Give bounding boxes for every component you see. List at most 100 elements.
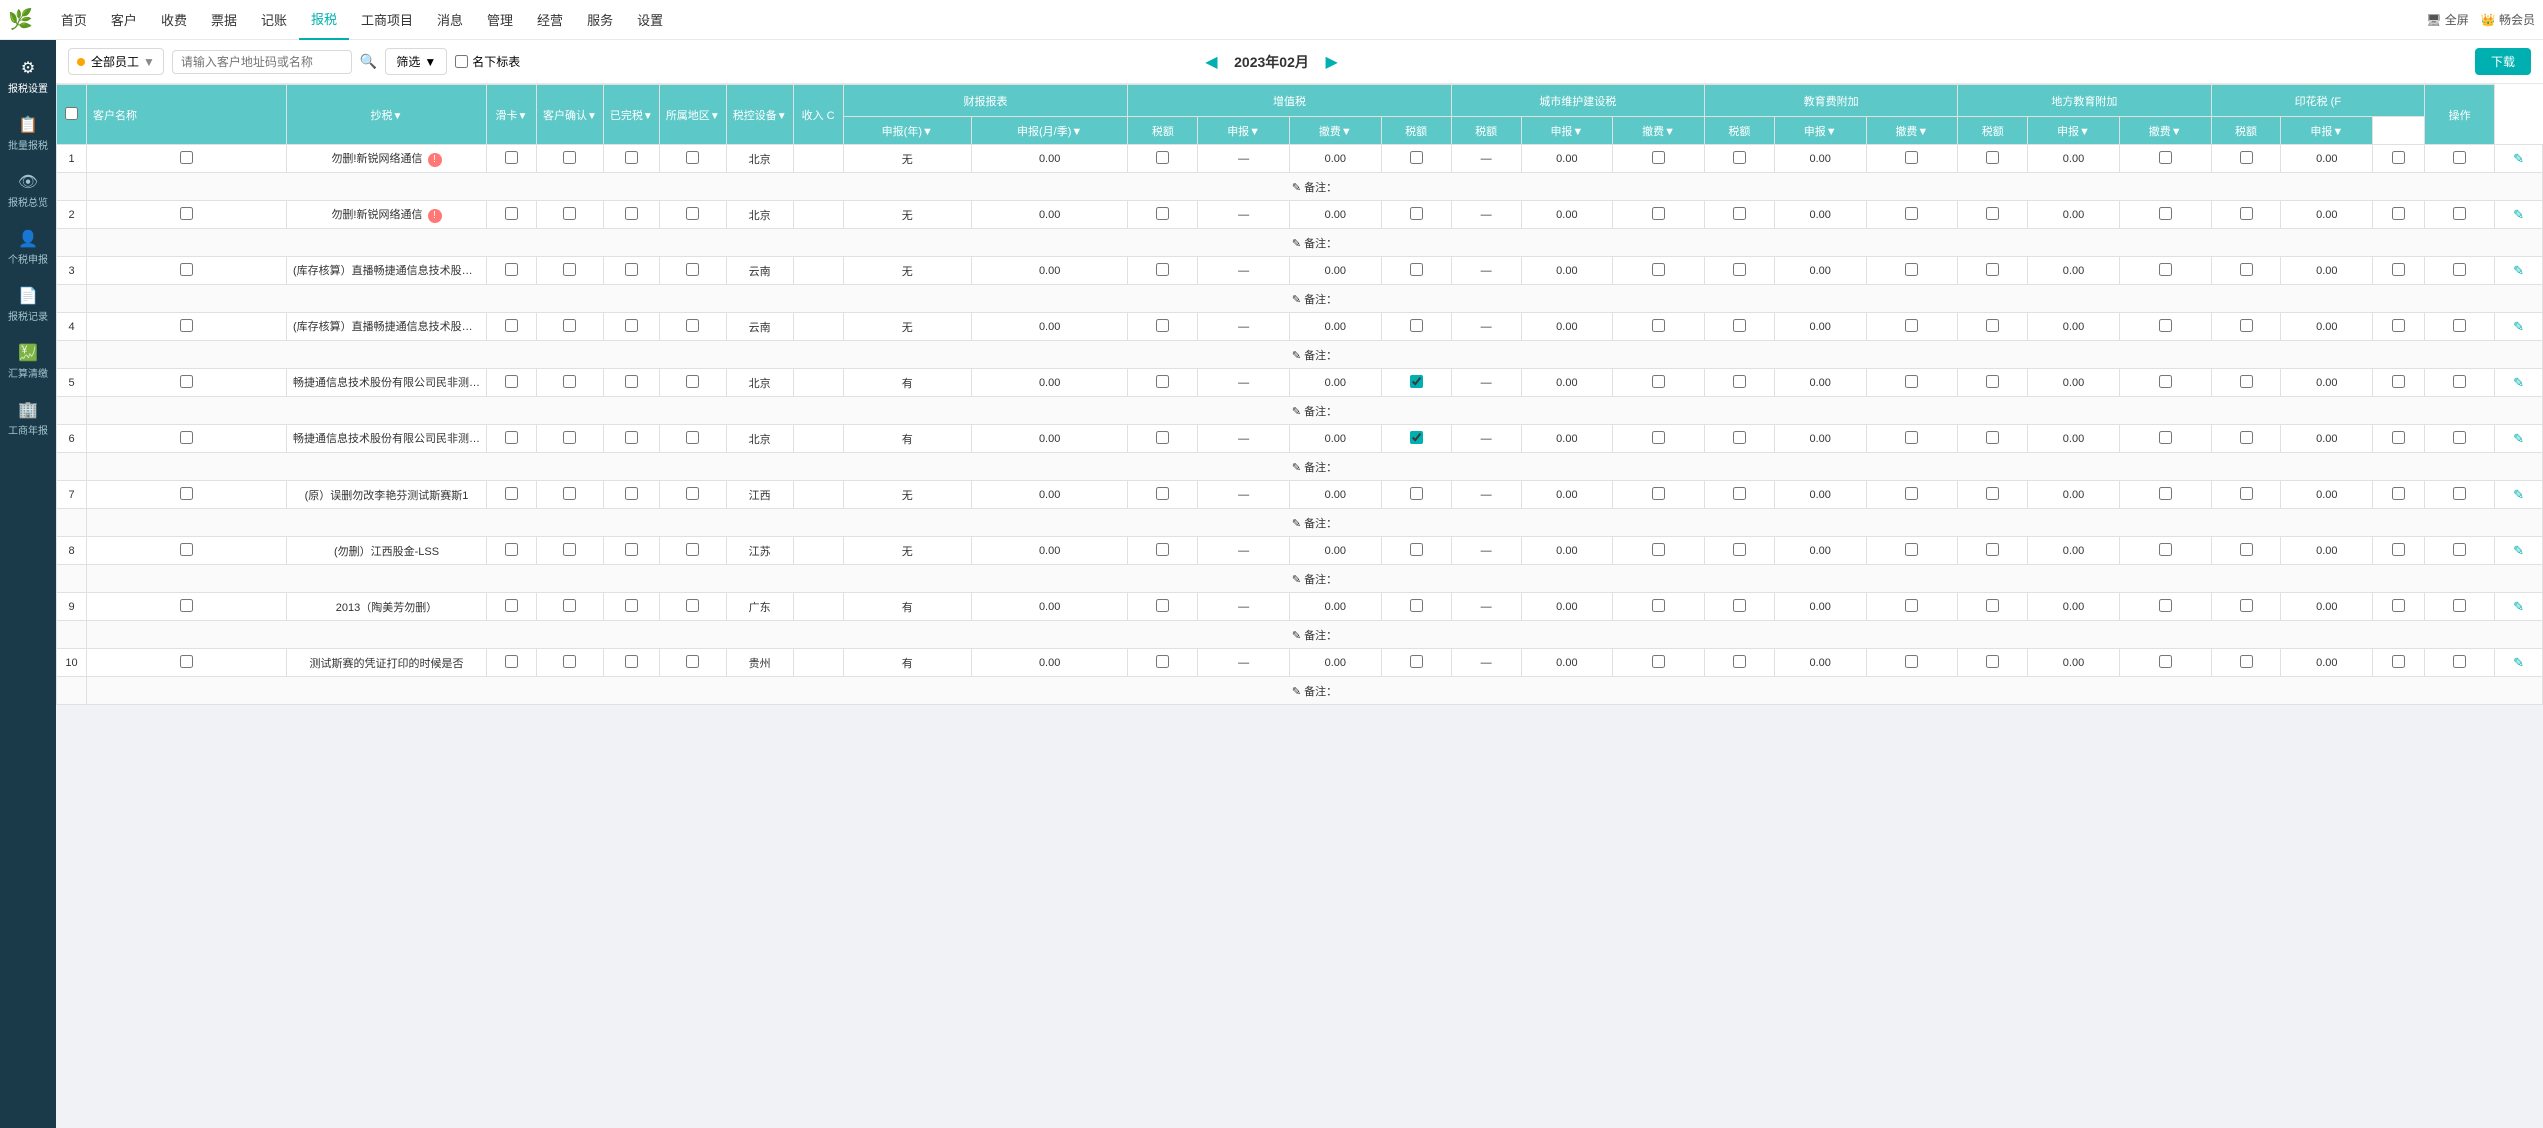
- prev-month-button[interactable]: ◀: [1199, 50, 1223, 74]
- sidebar-item-personal-tax[interactable]: 👤 个税申报: [0, 219, 56, 276]
- confirm-checkbox[interactable]: [625, 207, 638, 220]
- card-checkbox[interactable]: [563, 655, 576, 668]
- sidebar-item-batch-tax[interactable]: 📋 批量报税: [0, 105, 56, 162]
- stamp-report-checkbox[interactable]: [2453, 319, 2466, 332]
- card-checkbox[interactable]: [563, 487, 576, 500]
- copy-tax-checkbox[interactable]: [505, 431, 518, 444]
- nav-item-fee[interactable]: 收费: [149, 0, 199, 40]
- stamp-report-checkbox[interactable]: [2453, 431, 2466, 444]
- stamp-report-checkbox[interactable]: [2453, 375, 2466, 388]
- vat-report-checkbox[interactable]: [1410, 487, 1423, 500]
- city-report-checkbox[interactable]: [1733, 207, 1746, 220]
- download-button[interactable]: 下载: [2475, 48, 2531, 75]
- stamp-amount-checkbox[interactable]: [2392, 431, 2405, 444]
- annual-report-checkbox[interactable]: [1156, 543, 1169, 556]
- copy-tax-checkbox[interactable]: [505, 263, 518, 276]
- city-amount-checkbox[interactable]: [1652, 151, 1665, 164]
- confirm-checkbox[interactable]: [625, 655, 638, 668]
- row-checkbox[interactable]: [180, 487, 193, 500]
- nav-item-home[interactable]: 首页: [49, 0, 99, 40]
- vat-report-checkbox[interactable]: [1410, 655, 1423, 668]
- confirm-checkbox[interactable]: [625, 151, 638, 164]
- local-edu-report-checkbox[interactable]: [2240, 599, 2253, 612]
- row-checkbox[interactable]: [180, 431, 193, 444]
- search-button[interactable]: 🔍: [360, 53, 377, 70]
- edu-report-checkbox[interactable]: [1986, 375, 1999, 388]
- edu-report-checkbox[interactable]: [1986, 431, 1999, 444]
- nav-item-manage[interactable]: 管理: [475, 0, 525, 40]
- name-label-checkbox[interactable]: [455, 55, 468, 68]
- local-edu-report-checkbox[interactable]: [2240, 487, 2253, 500]
- row-checkbox[interactable]: [180, 655, 193, 668]
- city-amount-checkbox[interactable]: [1652, 543, 1665, 556]
- company-name-cell[interactable]: 畅捷通信息技术股份有限公司民非测试 !: [287, 369, 487, 397]
- row-checkbox[interactable]: [180, 319, 193, 332]
- confirm-checkbox[interactable]: [625, 431, 638, 444]
- edit-icon[interactable]: ✎: [2513, 487, 2524, 502]
- city-amount-checkbox[interactable]: [1652, 207, 1665, 220]
- local-edu-report-checkbox[interactable]: [2240, 543, 2253, 556]
- edit-icon[interactable]: ✎: [2513, 319, 2524, 334]
- sidebar-item-tax-record[interactable]: 📄 报税记录: [0, 276, 56, 333]
- company-name-cell[interactable]: (原）误删勿改李艳芬测试斯赛斯1: [287, 481, 487, 509]
- stamp-report-checkbox[interactable]: [2453, 263, 2466, 276]
- sidebar-item-annual-report[interactable]: 🏢 工商年报: [0, 390, 56, 447]
- local-edu-amount-checkbox[interactable]: [2159, 207, 2172, 220]
- stamp-report-checkbox[interactable]: [2453, 151, 2466, 164]
- edit-icon[interactable]: ✎: [2513, 207, 2524, 222]
- edu-report-checkbox[interactable]: [1986, 543, 1999, 556]
- local-edu-amount-checkbox[interactable]: [2159, 655, 2172, 668]
- local-edu-report-checkbox[interactable]: [2240, 431, 2253, 444]
- stamp-amount-checkbox[interactable]: [2392, 487, 2405, 500]
- annual-report-checkbox[interactable]: [1156, 655, 1169, 668]
- stamp-report-checkbox[interactable]: [2453, 599, 2466, 612]
- vat-report-checkbox[interactable]: [1410, 319, 1423, 332]
- local-edu-amount-checkbox[interactable]: [2159, 543, 2172, 556]
- edu-amount-checkbox[interactable]: [1905, 431, 1918, 444]
- confirm-checkbox[interactable]: [625, 599, 638, 612]
- stamp-amount-checkbox[interactable]: [2392, 263, 2405, 276]
- nav-item-service[interactable]: 服务: [575, 0, 625, 40]
- annual-report-checkbox[interactable]: [1156, 431, 1169, 444]
- edit-icon[interactable]: ✎: [2513, 375, 2524, 390]
- nav-item-tax[interactable]: 报税: [299, 0, 349, 40]
- vip-btn[interactable]: 👑 畅会员: [2481, 11, 2535, 28]
- stamp-report-checkbox[interactable]: [2453, 543, 2466, 556]
- company-name-cell[interactable]: 畅捷通信息技术股份有限公司民非测试 !: [287, 425, 487, 453]
- vat-report-checkbox[interactable]: [1410, 599, 1423, 612]
- card-checkbox[interactable]: [563, 543, 576, 556]
- copy-tax-checkbox[interactable]: [505, 319, 518, 332]
- edu-amount-checkbox[interactable]: [1905, 543, 1918, 556]
- edu-amount-checkbox[interactable]: [1905, 487, 1918, 500]
- edit-icon[interactable]: ✎: [2513, 655, 2524, 670]
- city-report-checkbox[interactable]: [1733, 263, 1746, 276]
- company-name-cell[interactable]: 测试斯赛的凭证打印的时候是否: [287, 649, 487, 677]
- sidebar-item-tax-settings[interactable]: ⚙ 报税设置: [0, 48, 56, 105]
- paid-checkbox[interactable]: [686, 375, 699, 388]
- edu-report-checkbox[interactable]: [1986, 319, 1999, 332]
- city-report-checkbox[interactable]: [1733, 543, 1746, 556]
- annual-report-checkbox[interactable]: [1156, 319, 1169, 332]
- fullscreen-btn[interactable]: 🖥 全屏: [2426, 11, 2469, 28]
- stamp-amount-checkbox[interactable]: [2392, 375, 2405, 388]
- edu-amount-checkbox[interactable]: [1905, 207, 1918, 220]
- stamp-report-checkbox[interactable]: [2453, 655, 2466, 668]
- vat-report-checkbox[interactable]: [1410, 431, 1423, 444]
- paid-checkbox[interactable]: [686, 599, 699, 612]
- city-report-checkbox[interactable]: [1733, 599, 1746, 612]
- city-amount-checkbox[interactable]: [1652, 431, 1665, 444]
- edit-icon[interactable]: ✎: [2513, 543, 2524, 558]
- edu-report-checkbox[interactable]: [1986, 655, 1999, 668]
- company-name-cell[interactable]: 勿删!新锐网络通信 !: [287, 145, 487, 173]
- city-report-checkbox[interactable]: [1733, 319, 1746, 332]
- row-checkbox[interactable]: [180, 207, 193, 220]
- vat-report-checkbox[interactable]: [1410, 207, 1423, 220]
- city-report-checkbox[interactable]: [1733, 151, 1746, 164]
- local-edu-amount-checkbox[interactable]: [2159, 263, 2172, 276]
- company-name-cell[interactable]: 勿删!新锐网络通信 !: [287, 201, 487, 229]
- vat-report-checkbox[interactable]: [1410, 263, 1423, 276]
- company-name-cell[interactable]: (勿删）江西股金-LSS: [287, 537, 487, 565]
- confirm-checkbox[interactable]: [625, 263, 638, 276]
- city-amount-checkbox[interactable]: [1652, 655, 1665, 668]
- edu-amount-checkbox[interactable]: [1905, 655, 1918, 668]
